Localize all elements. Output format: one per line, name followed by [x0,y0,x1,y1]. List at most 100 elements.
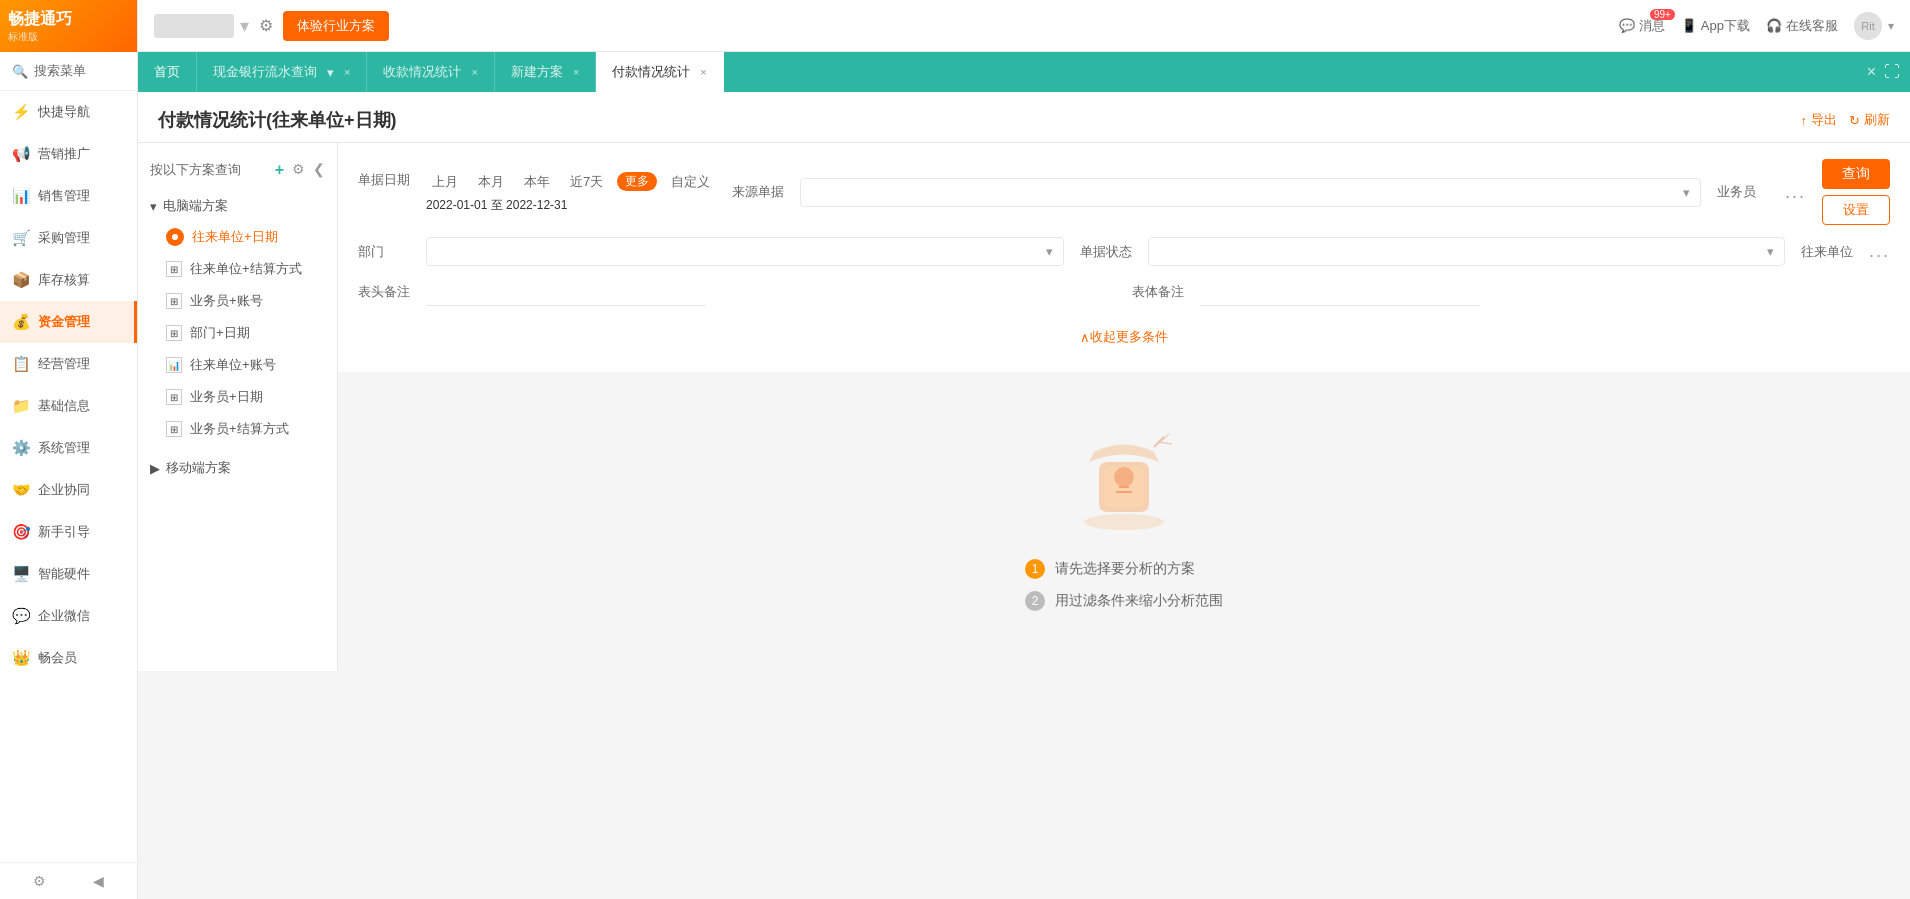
user-avatar: Rit [1854,12,1882,40]
mobile-group-label: 移动端方案 [166,459,231,477]
plan-item-partner-account[interactable]: 📊 往来单位+账号 [138,349,337,381]
date-btn-this-month[interactable]: 本月 [472,171,510,193]
export-button[interactable]: ↑ 导出 [1801,111,1838,129]
plan-label: 业务员+账号 [190,292,263,310]
brand-placeholder [154,14,234,38]
sidebar-item-inventory[interactable]: 📦 库存核算 [0,259,137,301]
app-label: App下载 [1701,17,1750,35]
plan-item-partner-date[interactable]: 往来单位+日期 [138,221,337,253]
body-note-label: 表体备注 [1132,283,1192,301]
tab-close-all-icon[interactable]: × [1867,63,1876,81]
message-icon: 💬 [1619,18,1635,33]
status-select[interactable]: ▾ [1148,237,1786,266]
source-dropdown-icon: ▾ [1683,185,1690,200]
refresh-icon: ↻ [1849,113,1860,128]
date-btn-last-month[interactable]: 上月 [426,171,464,193]
topbar-right: 💬 消息 99+ 📱 App下载 🎧 在线客服 Rit ▾ [1619,12,1894,40]
status-dropdown-icon: ▾ [1767,244,1774,259]
sidebar-item-label: 营销推广 [38,145,90,163]
sidebar-item-wechat[interactable]: 💬 企业微信 [0,595,137,637]
tab-new-plan[interactable]: 新建方案 × [495,52,596,92]
desktop-group-header[interactable]: ▾ 电脑端方案 [138,191,337,221]
sidebar-item-purchase[interactable]: 🛒 采购管理 [0,217,137,259]
operation-icon: 📋 [12,355,30,373]
dept-select[interactable]: ▾ [426,237,1064,266]
staff-select-button[interactable]: ... [1785,182,1806,203]
sidebar-item-member[interactable]: 👑 畅会员 [0,637,137,679]
sidebar-nav: ⚡ 快捷导航 📢 营销推广 📊 销售管理 🛒 采购管理 📦 库存核算 💰 资金管… [0,91,137,862]
dept-label: 部门 [358,243,418,261]
app-download-button[interactable]: 📱 App下载 [1681,17,1750,35]
sidebar-item-label: 系统管理 [38,439,90,457]
partner-select-button[interactable]: ... [1869,241,1890,262]
tab-receive-stats-label: 收款情况统计 [383,63,461,81]
date-label: 单据日期 [358,171,418,189]
trial-button[interactable]: 体验行业方案 [283,11,389,41]
sidebar-item-sales[interactable]: 📊 销售管理 [0,175,137,217]
header-note-label: 表头备注 [358,283,418,301]
tab-home[interactable]: 首页 [138,52,197,92]
tab-close-receive[interactable]: × [471,66,477,78]
member-icon: 👑 [12,649,30,667]
body-note-input[interactable] [1200,278,1480,306]
inventory-icon: 📦 [12,271,30,289]
plan-item-dept-date[interactable]: ⊞ 部门+日期 [138,317,337,349]
collapse-bar[interactable]: ∧ 收起更多条件 [358,318,1890,356]
tab-close-new-plan[interactable]: × [573,66,579,78]
sidebar-item-label: 销售管理 [38,187,90,205]
tab-pay-stats[interactable]: 付款情况统计 × [596,52,723,92]
date-btn-7days[interactable]: 近7天 [564,171,609,193]
staff-filter-group: 业务员 ... [1717,182,1806,203]
plan-item-staff-account[interactable]: ⊞ 业务员+账号 [138,285,337,317]
date-btn-custom[interactable]: 自定义 [665,171,716,193]
tab-receive-stats[interactable]: 收款情况统计 × [367,52,494,92]
svg-point-3 [1114,467,1134,487]
service-button[interactable]: 🎧 在线客服 [1766,17,1838,35]
panel-add-button[interactable]: + [275,161,284,179]
sidebar-item-operation[interactable]: 📋 经营管理 [0,343,137,385]
body-note-group: 表体备注 [1132,278,1890,306]
tab-fullscreen-icon[interactable]: ⛶ [1884,63,1900,81]
sidebar-item-hardware[interactable]: 🖥️ 智能硬件 [0,553,137,595]
sidebar-collapse-button[interactable]: ◀ [93,873,104,889]
service-label: 在线客服 [1786,17,1838,35]
header-note-input[interactable] [426,278,706,306]
sidebar-item-marketing[interactable]: 📢 营销推广 [0,133,137,175]
plan-item-partner-settle[interactable]: ⊞ 往来单位+结算方式 [138,253,337,285]
source-filter-group: 来源单据 ▾ [732,178,1701,207]
filter-settings-button[interactable]: 设置 [1822,195,1890,225]
sidebar-item-quick-nav[interactable]: ⚡ 快捷导航 [0,91,137,133]
sidebar-item-cooperation[interactable]: 🤝 企业协同 [0,469,137,511]
message-button[interactable]: 💬 消息 99+ [1619,17,1665,35]
sidebar-search[interactable]: 🔍 搜索菜单 [0,52,137,91]
plan-item-staff-date[interactable]: ⊞ 业务员+日期 [138,381,337,413]
source-label: 来源单据 [732,183,792,201]
tab-close-bank-flow[interactable]: × [344,66,350,78]
panel-settings-button[interactable]: ⚙ [292,161,305,179]
tab-close-pay-stats[interactable]: × [700,66,706,78]
sidebar-item-guide[interactable]: 🎯 新手引导 [0,511,137,553]
wechat-icon: 💬 [12,607,30,625]
sidebar-item-label: 畅会员 [38,649,77,667]
mobile-group-header[interactable]: ▶ 移动端方案 [138,453,337,483]
user-area[interactable]: Rit ▾ [1854,12,1894,40]
query-button[interactable]: 查询 [1822,159,1890,189]
source-select[interactable]: ▾ [800,178,1701,207]
tab-bank-flow[interactable]: 现金银行流水查询 ▾ × [197,52,367,92]
sidebar-settings-button[interactable]: ⚙ [33,873,46,889]
dropdown-arrow[interactable]: ▾ [240,15,249,37]
right-content: 单据日期 上月 本月 本年 近7天 更多 自定义 20 [338,143,1910,671]
date-range-display: 2022-01-01 至 2022-12-31 [426,197,716,214]
sidebar-item-finance[interactable]: 💰 资金管理 [0,301,137,343]
header-note-group: 表头备注 [358,278,1116,306]
refresh-button[interactable]: ↻ 刷新 [1849,111,1890,129]
sidebar-item-basic[interactable]: 📁 基础信息 [0,385,137,427]
sidebar-item-system[interactable]: ⚙️ 系统管理 [0,427,137,469]
date-btn-this-year[interactable]: 本年 [518,171,556,193]
plan-item-staff-settle[interactable]: ⊞ 业务员+结算方式 [138,413,337,445]
panel-collapse-button[interactable]: ❮ [313,161,325,179]
date-options: 上月 本月 本年 近7天 更多 自定义 [426,171,716,193]
date-btn-more[interactable]: 更多 [617,172,657,191]
topbar-settings-icon[interactable]: ⚙ [259,16,273,35]
topbar: ▾ ⚙ 体验行业方案 💬 消息 99+ 📱 App下载 🎧 在线客服 Rit [138,0,1910,52]
